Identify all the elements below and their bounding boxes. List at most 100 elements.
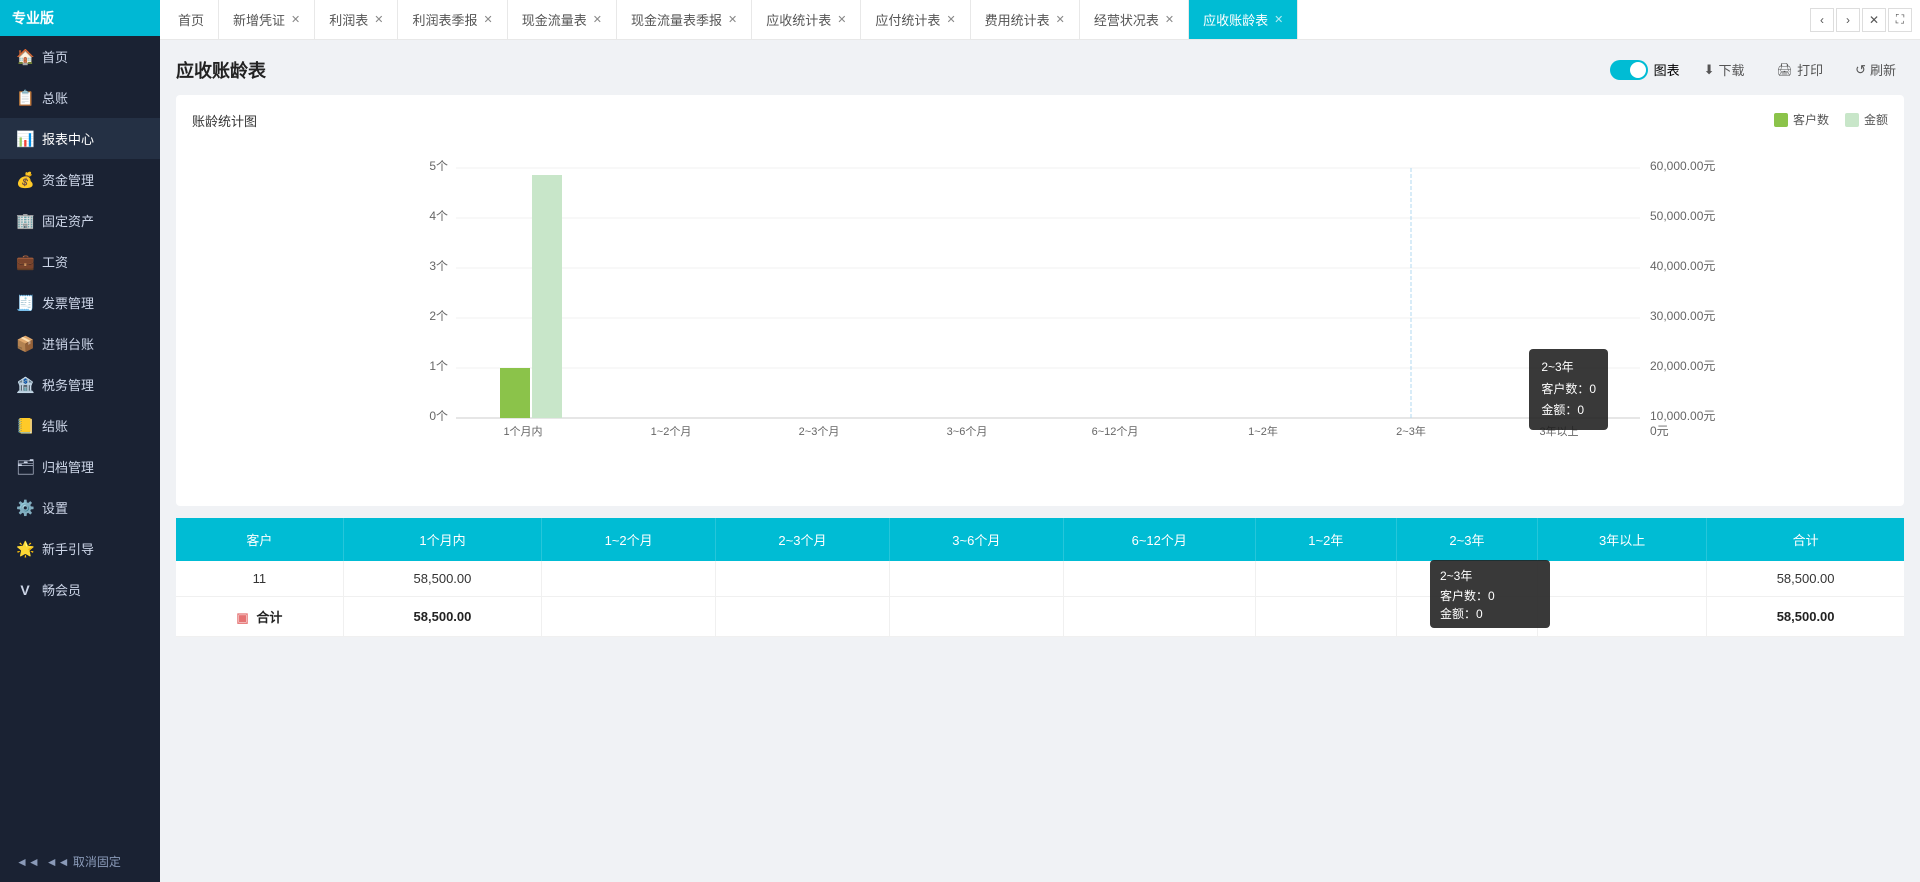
sidebar-item-sales[interactable]: 📦 进销台账 <box>0 323 160 364</box>
tab-prev-btn[interactable]: ‹ <box>1810 8 1834 32</box>
sidebar: 专业版 🏠 首页 📋 总账 📊 报表中心 💰 资金管理 🏢 固定资产 💼 工资 … <box>0 0 160 882</box>
home-icon: 🏠 <box>16 48 34 66</box>
close-tab-profit-season[interactable]: ✕ <box>484 13 493 26</box>
sidebar-item-asset[interactable]: 🏢 固定资产 <box>0 200 160 241</box>
chart-title: 账龄统计图 <box>192 111 1888 130</box>
sidebar-item-settle[interactable]: 📒 结账 <box>0 405 160 446</box>
legend-amount-color <box>1845 113 1859 127</box>
guide-icon: 🌟 <box>16 540 34 558</box>
close-tab-business[interactable]: ✕ <box>1165 13 1174 26</box>
td-total-m4 <box>889 597 1063 637</box>
download-button[interactable]: ⬇ 下载 <box>1696 56 1753 83</box>
refresh-button[interactable]: ↺ 刷新 <box>1847 56 1904 83</box>
table-total-row: ▣ 合计 58,500.00 58,500.00 <box>176 597 1904 637</box>
archive-icon: 🗂 <box>16 458 34 476</box>
close-tab-aging[interactable]: ✕ <box>1274 13 1283 26</box>
svg-text:1~2个月: 1~2个月 <box>651 425 692 438</box>
sidebar-item-label: 结账 <box>42 416 68 435</box>
svg-text:2个: 2个 <box>429 309 448 323</box>
td-total-m3 <box>716 597 890 637</box>
sidebar-item-invoice[interactable]: 🧾 发票管理 <box>0 282 160 323</box>
tab-expense-stat[interactable]: 费用统计表 ✕ <box>971 0 1080 40</box>
sidebar-item-settings[interactable]: ⚙️ 设置 <box>0 487 160 528</box>
close-tab-expense-stat[interactable]: ✕ <box>1056 13 1065 26</box>
svg-text:4个: 4个 <box>429 209 448 223</box>
vip-icon: V <box>16 582 34 598</box>
svg-text:金额：0: 金额：0 <box>1440 606 1483 621</box>
td-m3 <box>716 561 890 597</box>
chart-container: 5个 4个 3个 2个 1个 0个 60,000.00元 50,000.00元 … <box>192 140 1888 490</box>
sidebar-item-ledger[interactable]: 📋 总账 <box>0 77 160 118</box>
chart-card: 账龄统计图 客户数 金额 5个 4个 3个 2个 <box>176 95 1904 506</box>
svg-text:60,000.00元: 60,000.00元 <box>1650 159 1715 173</box>
bar-chart: 5个 4个 3个 2个 1个 0个 60,000.00元 50,000.00元 … <box>192 140 1888 480</box>
tab-business[interactable]: 经营状况表 ✕ <box>1080 0 1189 40</box>
sidebar-item-home[interactable]: 🏠 首页 <box>0 36 160 77</box>
sidebar-item-label: 畅会员 <box>42 580 81 599</box>
chart-toggle[interactable]: 图表 <box>1610 60 1680 80</box>
svg-text:40,000.00元: 40,000.00元 <box>1650 259 1715 273</box>
th-customer: 客户 <box>176 518 343 561</box>
sidebar-item-vip[interactable]: V 畅会员 <box>0 569 160 610</box>
tab-voucher[interactable]: 新增凭证 ✕ <box>219 0 315 40</box>
tab-cashflow-season[interactable]: 现金流量表季报 ✕ <box>617 0 752 40</box>
tab-profit[interactable]: 利润表 ✕ <box>315 0 398 40</box>
sidebar-item-report[interactable]: 📊 报表中心 <box>0 118 160 159</box>
close-tab-profit[interactable]: ✕ <box>374 13 383 26</box>
tab-aging[interactable]: 应收账龄表 ✕ <box>1189 0 1298 40</box>
tab-nav: ‹ › ✕ ⛶ <box>1806 8 1916 32</box>
page-title: 应收账龄表 <box>176 57 266 83</box>
tab-receivable-stat[interactable]: 应收统计表 ✕ <box>752 0 861 40</box>
sidebar-item-label: 报表中心 <box>42 129 94 148</box>
page-header: 应收账龄表 图表 ⬇ 下载 🖨 打印 ↺ 刷新 <box>176 56 1904 83</box>
tab-close-btn[interactable]: ✕ <box>1862 8 1886 32</box>
legend-customer: 客户数 <box>1774 111 1829 128</box>
settle-icon: 📒 <box>16 417 34 435</box>
sidebar-item-guide[interactable]: 🌟 新手引导 <box>0 528 160 569</box>
tab-expand-btn[interactable]: ⛶ <box>1888 8 1912 32</box>
tab-bar: 首页 新增凭证 ✕ 利润表 ✕ 利润表季报 ✕ 现金流量表 ✕ 现金流量表季报 … <box>160 0 1920 40</box>
svg-text:1个: 1个 <box>429 359 448 373</box>
sidebar-item-tax[interactable]: 🏦 税务管理 <box>0 364 160 405</box>
sidebar-item-label: 固定资产 <box>42 211 94 230</box>
sidebar-item-salary[interactable]: 💼 工资 <box>0 241 160 282</box>
svg-text:5个: 5个 <box>429 159 448 173</box>
sidebar-item-label: 新手引导 <box>42 539 94 558</box>
settings-icon: ⚙️ <box>16 499 34 517</box>
chart-toggle-label: 图表 <box>1654 60 1680 79</box>
main-area: 首页 新增凭证 ✕ 利润表 ✕ 利润表季报 ✕ 现金流量表 ✕ 现金流量表季报 … <box>160 0 1920 882</box>
tab-next-btn[interactable]: › <box>1836 8 1860 32</box>
report-icon: 📊 <box>16 130 34 148</box>
tab-cashflow[interactable]: 现金流量表 ✕ <box>508 0 617 40</box>
toggle-pin[interactable]: ◄◄ ◄◄ 取消固定 <box>0 841 160 882</box>
close-tab-payable-stat[interactable]: ✕ <box>946 13 955 26</box>
svg-text:3~6个月: 3~6个月 <box>947 425 988 438</box>
sidebar-item-label: 归档管理 <box>42 457 94 476</box>
td-total-label: ▣ 合计 <box>176 597 343 637</box>
print-button[interactable]: 🖨 打印 <box>1769 56 1832 83</box>
invoice-icon: 🧾 <box>16 294 34 312</box>
sidebar-item-label: 资金管理 <box>42 170 94 189</box>
chart-tooltip-overlay: 2~3年 客户数：0 金额：0 <box>1529 349 1608 430</box>
td-total-m2 <box>542 597 716 637</box>
th-m4: 3~6个月 <box>889 518 1063 561</box>
tab-profit-season[interactable]: 利润表季报 ✕ <box>398 0 507 40</box>
td-total-sum: 58,500.00 <box>1707 597 1904 637</box>
close-tab-receivable-stat[interactable]: ✕ <box>837 13 846 26</box>
sidebar-item-archive[interactable]: 🗂 归档管理 <box>0 446 160 487</box>
refresh-icon: ↺ <box>1855 62 1866 78</box>
close-tab-cashflow[interactable]: ✕ <box>593 13 602 26</box>
td-m8 <box>1537 561 1706 597</box>
close-tab-voucher[interactable]: ✕ <box>291 13 300 26</box>
toggle-track[interactable] <box>1610 60 1648 80</box>
td-m4 <box>889 561 1063 597</box>
sidebar-item-fund[interactable]: 💰 资金管理 <box>0 159 160 200</box>
td-customer: 11 <box>176 561 343 597</box>
sales-icon: 📦 <box>16 335 34 353</box>
tab-home[interactable]: 首页 <box>164 0 219 40</box>
tab-payable-stat[interactable]: 应付统计表 ✕ <box>861 0 970 40</box>
close-tab-cashflow-season[interactable]: ✕ <box>728 13 737 26</box>
td-m5 <box>1063 561 1255 597</box>
fund-icon: 💰 <box>16 171 34 189</box>
svg-text:0个: 0个 <box>429 409 448 423</box>
